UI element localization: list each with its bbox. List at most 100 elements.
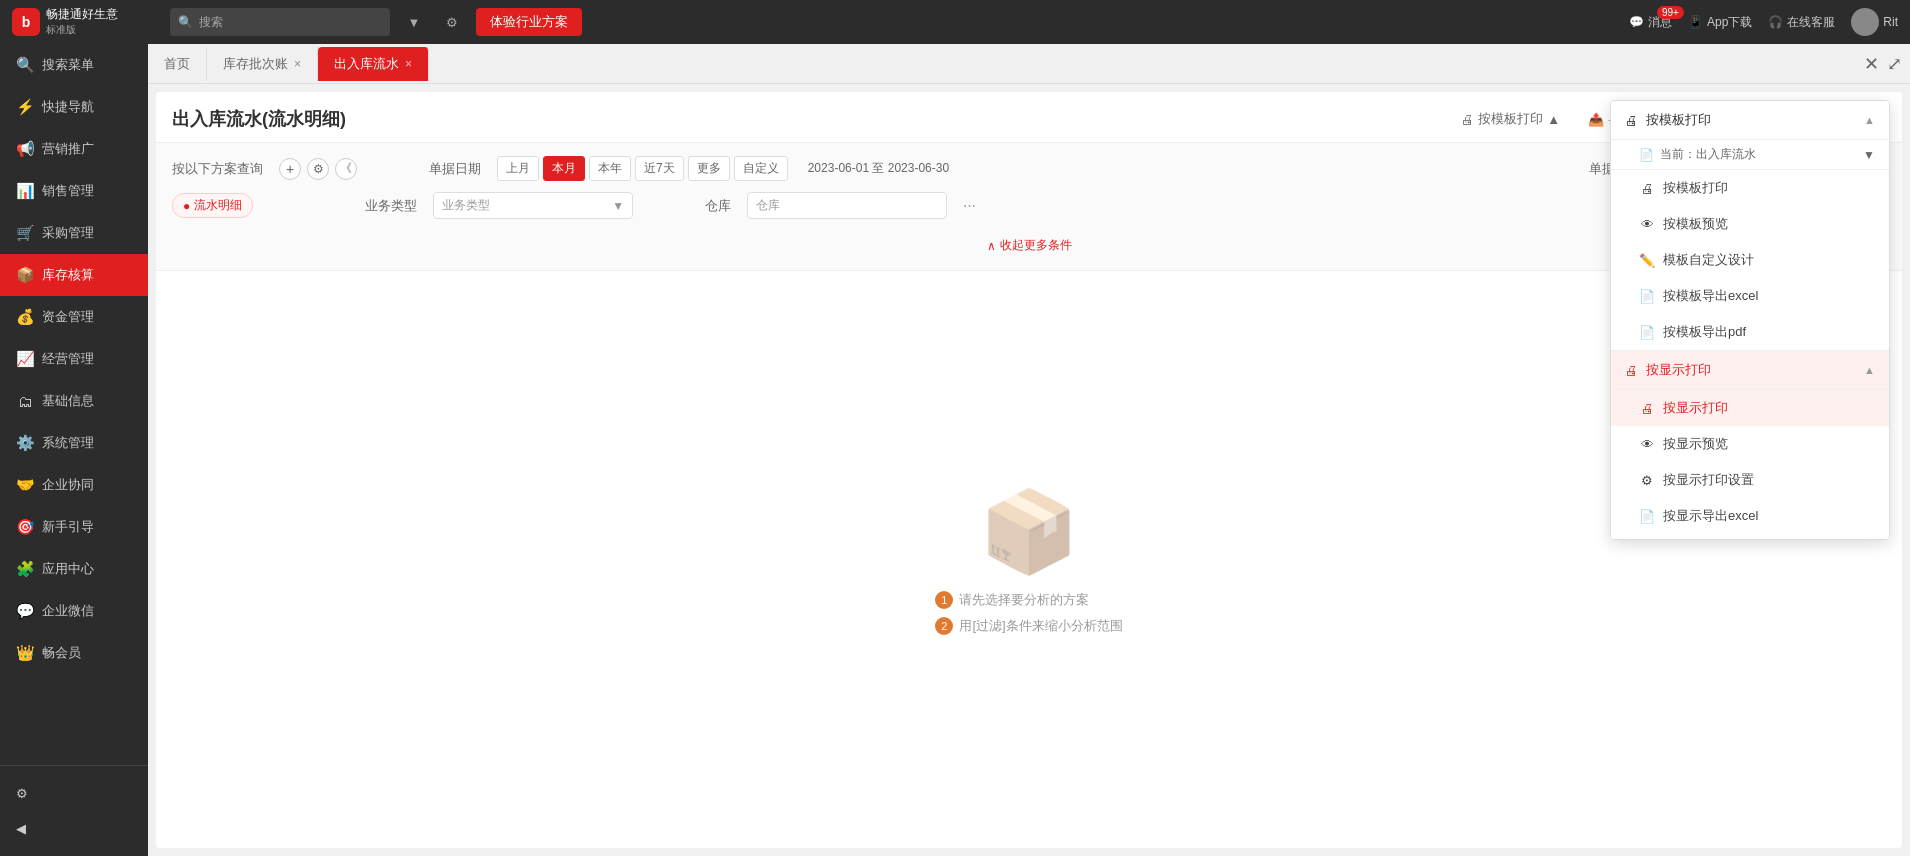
empty-tip-2: 2 用[过滤]条件来缩小分析范围 [935, 617, 1122, 635]
filter-add-btn[interactable]: + [279, 158, 301, 180]
dropdown-template-print-header[interactable]: 🖨 按模板打印 ▲ [1611, 101, 1889, 140]
tab-batch-account[interactable]: 库存批次账 × [207, 47, 318, 81]
dropdown-template-custom-label: 模板自定义设计 [1663, 251, 1754, 269]
template-print-section-icon: 🖨 [1625, 113, 1638, 128]
sidebar-item-search[interactable]: 🔍 搜索菜单 [0, 44, 148, 86]
filter-collapse-btn[interactable]: 《 [335, 158, 357, 180]
sidebar-item-inventory[interactable]: 📦 库存核算 [0, 254, 148, 296]
warehouse-label: 仓库 [705, 197, 731, 215]
sidebar-item-label: 系统管理 [42, 434, 94, 452]
tab-inout-label: 出入库流水 [334, 55, 399, 73]
sidebar-item-quick-nav[interactable]: ⚡ 快捷导航 [0, 86, 148, 128]
template-custom-icon: ✏️ [1639, 252, 1655, 268]
filter-setting-btn[interactable]: ⚙ [307, 158, 329, 180]
warehouse-more[interactable]: ⋯ [963, 198, 976, 213]
sidebar-item-label: 基础信息 [42, 392, 94, 410]
sidebar-item-wechat[interactable]: 💬 企业微信 [0, 590, 148, 632]
date-curr-year[interactable]: 本年 [589, 156, 631, 181]
tab-inout-close[interactable]: × [405, 57, 412, 71]
industry-btn[interactable]: 体验行业方案 [476, 8, 582, 36]
tab-home[interactable]: 首页 [156, 47, 207, 81]
filter-tag-label: 流水明细 [194, 197, 242, 214]
current-template-chevron: ▼ [1863, 148, 1875, 162]
search-dropdown-btn[interactable]: ▼ [400, 8, 428, 36]
sidebar-item-system[interactable]: ⚙️ 系统管理 [0, 422, 148, 464]
sidebar-item-vip[interactable]: 👑 畅会员 [0, 632, 148, 674]
tab-batch-close[interactable]: × [294, 57, 301, 71]
sidebar-item-guide[interactable]: 🎯 新手引导 [0, 506, 148, 548]
empty-tip-1: 1 请先选择要分析的方案 [935, 591, 1122, 609]
sidebar-item-finance[interactable]: 💰 资金管理 [0, 296, 148, 338]
tab-inout-flow[interactable]: 出入库流水 × [318, 47, 429, 81]
app-download-label: App下载 [1707, 14, 1752, 31]
sidebar-item-label: 采购管理 [42, 224, 94, 242]
template-preview-icon: 👁 [1639, 216, 1655, 232]
sidebar: 🔍 搜索菜单 ⚡ 快捷导航 📢 营销推广 📊 销售管理 🛒 采购管理 📦 库存核… [0, 44, 148, 856]
display-print-icon: 🖨 [1639, 400, 1655, 416]
tab-expand-btn[interactable]: ⤢ [1887, 53, 1902, 75]
sidebar-item-label: 快捷导航 [42, 98, 94, 116]
warehouse-select[interactable]: 仓库 [747, 192, 947, 219]
sidebar-item-label: 应用中心 [42, 560, 94, 578]
sidebar-item-label: 畅会员 [42, 644, 81, 662]
dropdown-display-preview[interactable]: 👁 按显示预览 [1611, 426, 1889, 462]
tab-bar: 首页 库存批次账 × 出入库流水 × ✕ ⤢ [148, 44, 1910, 84]
dropdown-display-settings[interactable]: ⚙ 按显示打印设置 [1611, 462, 1889, 498]
sidebar-item-label: 经营管理 [42, 350, 94, 368]
top-settings-icon[interactable]: ⚙ [438, 8, 466, 36]
purchase-icon: 🛒 [16, 224, 34, 242]
display-preview-icon: 👁 [1639, 436, 1655, 452]
display-settings-icon: ⚙ [1639, 472, 1655, 488]
sidebar-item-sales[interactable]: 📊 销售管理 [0, 170, 148, 212]
app-download-btn[interactable]: 📱 App下载 [1688, 14, 1752, 31]
dropdown-template-preview[interactable]: 👁 按模板预览 [1611, 206, 1889, 242]
sidebar-item-purchase[interactable]: 🛒 采购管理 [0, 212, 148, 254]
date-custom[interactable]: 自定义 [734, 156, 788, 181]
sidebar-item-marketing[interactable]: 📢 营销推广 [0, 128, 148, 170]
bottom-settings-icon: ⚙ [16, 786, 28, 801]
date-last-7[interactable]: 近7天 [635, 156, 684, 181]
date-prev-month[interactable]: 上月 [497, 156, 539, 181]
sidebar-item-operations[interactable]: 📈 经营管理 [0, 338, 148, 380]
headset-icon: 🎧 [1768, 15, 1783, 29]
dropdown-template-excel[interactable]: 📄 按模板导出excel [1611, 278, 1889, 314]
message-badge: 99+ [1657, 6, 1684, 19]
collapse-conditions-btn[interactable]: ∧ 收起更多条件 [979, 233, 1080, 258]
dropdown-display-pdf[interactable]: 📄 按显示导出pdf [1611, 534, 1889, 540]
sidebar-settings-btn[interactable]: ⚙ [0, 776, 148, 811]
page-title: 出入库流水(流水明细) [172, 107, 346, 131]
date-curr-month[interactable]: 本月 [543, 156, 585, 181]
dropdown-display-excel[interactable]: 📄 按显示导出excel [1611, 498, 1889, 534]
online-service-btn[interactable]: 🎧 在线客服 [1768, 14, 1835, 31]
dropdown-template-print[interactable]: 🖨 按模板打印 [1611, 170, 1889, 206]
tab-close-all-btn[interactable]: ✕ [1864, 53, 1879, 75]
dropdown-template-pdf[interactable]: 📄 按模板导出pdf [1611, 314, 1889, 350]
sidebar-item-corp[interactable]: 🤝 企业协同 [0, 464, 148, 506]
dropdown-template-print-label: 按模板打印 [1663, 179, 1728, 197]
dropdown-display-print[interactable]: 🖨 按显示打印 [1611, 390, 1889, 426]
sidebar-collapse-btn[interactable]: ◀ [0, 811, 148, 846]
tab-bar-right: ✕ ⤢ [1864, 53, 1902, 75]
sidebar-item-apps[interactable]: 🧩 应用中心 [0, 548, 148, 590]
template-print-btn[interactable]: 🖨 按模板打印 ▲ [1453, 106, 1568, 132]
filter-label: 按以下方案查询 [172, 160, 263, 178]
dropdown-display-print-header[interactable]: 🖨 按显示打印 ▲ [1611, 351, 1889, 390]
filter-tag[interactable]: ● 流水明细 [172, 193, 253, 218]
app-badge: 标准版 [46, 23, 118, 37]
current-template-icon: 📄 [1639, 148, 1654, 162]
sidebar-item-label: 企业协同 [42, 476, 94, 494]
export-icon: 📤 [1588, 112, 1604, 127]
dropdown-template-custom[interactable]: ✏️ 模板自定义设计 [1611, 242, 1889, 278]
sidebar-item-basic[interactable]: 🗂 基础信息 [0, 380, 148, 422]
biz-type-select[interactable]: 业务类型 ▼ [433, 192, 633, 219]
top-search[interactable]: 🔍 搜索 [170, 8, 390, 36]
message-btn[interactable]: 💬 消息 99+ [1629, 14, 1672, 31]
sidebar-item-label: 销售管理 [42, 182, 94, 200]
dropdown-display-excel-label: 按显示导出excel [1663, 507, 1758, 525]
guide-icon: 🎯 [16, 518, 34, 536]
sidebar-item-label: 企业微信 [42, 602, 94, 620]
tip1-num: 1 [935, 591, 953, 609]
biz-type-label: 业务类型 [365, 197, 417, 215]
user-avatar[interactable]: Rit [1851, 8, 1898, 36]
date-more[interactable]: 更多 [688, 156, 730, 181]
